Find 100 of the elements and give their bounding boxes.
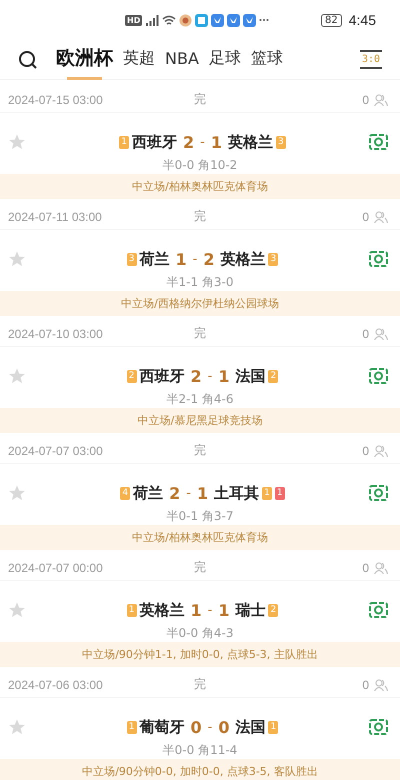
- live-icon[interactable]: [369, 368, 388, 384]
- score-separator: -: [200, 134, 205, 150]
- wifi-icon: [162, 14, 176, 26]
- away-team: 法国: [235, 366, 266, 386]
- star-icon[interactable]: [8, 133, 26, 151]
- viewer-count: 0: [362, 678, 369, 692]
- match-status: 完: [194, 559, 207, 576]
- star-icon[interactable]: [8, 367, 26, 385]
- away-team: 法国: [235, 718, 266, 736]
- match-status: 完: [194, 676, 207, 693]
- card-count: 2: [126, 370, 136, 382]
- signal-icon: [145, 14, 160, 26]
- away-score: 2: [203, 250, 214, 268]
- match-stats: 半2-1 角4-6: [165, 391, 234, 408]
- hd-indicator: HD: [125, 14, 142, 26]
- live-icon[interactable]: [369, 719, 388, 735]
- viewer-count: 0: [362, 92, 369, 106]
- score-separator: -: [208, 602, 212, 618]
- battery-indicator: 82: [321, 14, 342, 26]
- tab[interactable]: 欧洲杯: [56, 45, 113, 80]
- live-icon[interactable]: [369, 602, 388, 618]
- live-icon[interactable]: [369, 134, 388, 150]
- live-icon[interactable]: [369, 251, 388, 267]
- app-icon: [179, 14, 192, 26]
- match-status: 完: [194, 325, 207, 342]
- star-icon[interactable]: [8, 250, 26, 268]
- book-icon: [195, 14, 208, 26]
- match-time: 2024-07-07 00:00: [8, 560, 104, 574]
- tab[interactable]: 英超: [123, 48, 155, 78]
- score-separator: -: [192, 252, 198, 266]
- viewer-count: 0: [362, 560, 369, 574]
- home-score: 1: [190, 600, 202, 620]
- card-count: 3: [276, 136, 286, 148]
- match-stats: 半0-0 角11-4: [162, 742, 238, 759]
- venue-info: 中立场/慕尼黑足球竞技场: [0, 408, 400, 433]
- star-icon[interactable]: [8, 718, 26, 736]
- search-icon[interactable]: [18, 50, 38, 70]
- away-team: 土耳其: [214, 484, 260, 502]
- people-icon: [374, 210, 388, 222]
- viewer-count: 0: [362, 326, 369, 340]
- match-stats: 半1-1 角3-0: [165, 274, 234, 291]
- venue-info: 中立场/西格纳尔伊杜纳公园球场: [0, 291, 400, 316]
- live-icon[interactable]: [369, 485, 388, 501]
- away-score: 1: [218, 600, 230, 620]
- card-count: 3: [268, 252, 278, 266]
- card-count: 1: [268, 720, 278, 734]
- card-count: 1: [119, 136, 129, 148]
- card-count: 2: [268, 370, 278, 382]
- venue-info: 中立场/柏林奥林匹克体育场: [0, 525, 400, 550]
- home-score: 0: [190, 718, 202, 736]
- card-count: 1: [126, 604, 136, 616]
- card-count: 1: [126, 720, 136, 734]
- home-team: 葡萄牙: [140, 718, 184, 736]
- card-count: 1: [274, 486, 285, 500]
- match-status: 完: [194, 208, 207, 225]
- bird-icon: [227, 14, 240, 26]
- home-team: 英格兰: [140, 600, 184, 620]
- match-time: 2024-07-10 03:00: [8, 326, 104, 340]
- away-score: 0: [218, 718, 230, 736]
- away-team: 瑞士: [235, 600, 266, 620]
- match-time: 2024-07-11 03:00: [8, 210, 103, 224]
- tab[interactable]: 足球: [208, 48, 241, 78]
- viewer-count: 0: [362, 444, 369, 458]
- card-count: 2: [268, 604, 278, 616]
- card-count: 3: [126, 252, 136, 266]
- home-score: 1: [176, 250, 187, 268]
- match-time: 2024-07-15 03:00: [8, 92, 104, 106]
- home-team: 西班牙: [132, 132, 177, 152]
- home-score: 2: [190, 366, 202, 386]
- tab[interactable]: NBA: [165, 48, 199, 76]
- match-status: 完: [194, 442, 207, 459]
- people-icon: [374, 328, 388, 340]
- home-team: 荷兰: [133, 484, 164, 502]
- venue-info: 中立场/90分钟1-1, 加时0-0, 点球5-3, 主队胜出: [0, 642, 400, 667]
- people-icon: [374, 678, 388, 690]
- people-icon: [374, 562, 388, 574]
- home-team: 荷兰: [140, 250, 170, 268]
- home-score: 2: [169, 484, 180, 502]
- score-separator: -: [208, 368, 212, 384]
- score-separator: -: [186, 486, 191, 500]
- away-score: 1: [210, 132, 222, 152]
- away-team: 英格兰: [220, 250, 266, 268]
- card-count: 1: [262, 486, 272, 500]
- people-icon: [374, 94, 388, 106]
- star-icon[interactable]: [8, 601, 26, 619]
- away-score: 1: [218, 366, 230, 386]
- match-time: 2024-07-07 03:00: [8, 444, 104, 458]
- venue-info: 中立场/90分钟0-0, 加时0-0, 点球3-5, 客队胜出: [0, 759, 400, 780]
- match-stats: 半0-0 角10-2: [162, 157, 238, 174]
- away-team: 英格兰: [228, 132, 273, 152]
- match-stats: 半0-0 角4-3: [165, 625, 234, 642]
- tab[interactable]: 篮球: [250, 48, 283, 78]
- match-status: 完: [194, 91, 207, 108]
- more-icon: [259, 18, 270, 22]
- bird-icon: [243, 14, 256, 26]
- star-icon[interactable]: [8, 484, 26, 502]
- card-count: 4: [120, 486, 130, 500]
- people-icon: [374, 444, 388, 456]
- clock-time: 4:45: [348, 12, 376, 28]
- match-time: 2024-07-06 03:00: [8, 678, 104, 692]
